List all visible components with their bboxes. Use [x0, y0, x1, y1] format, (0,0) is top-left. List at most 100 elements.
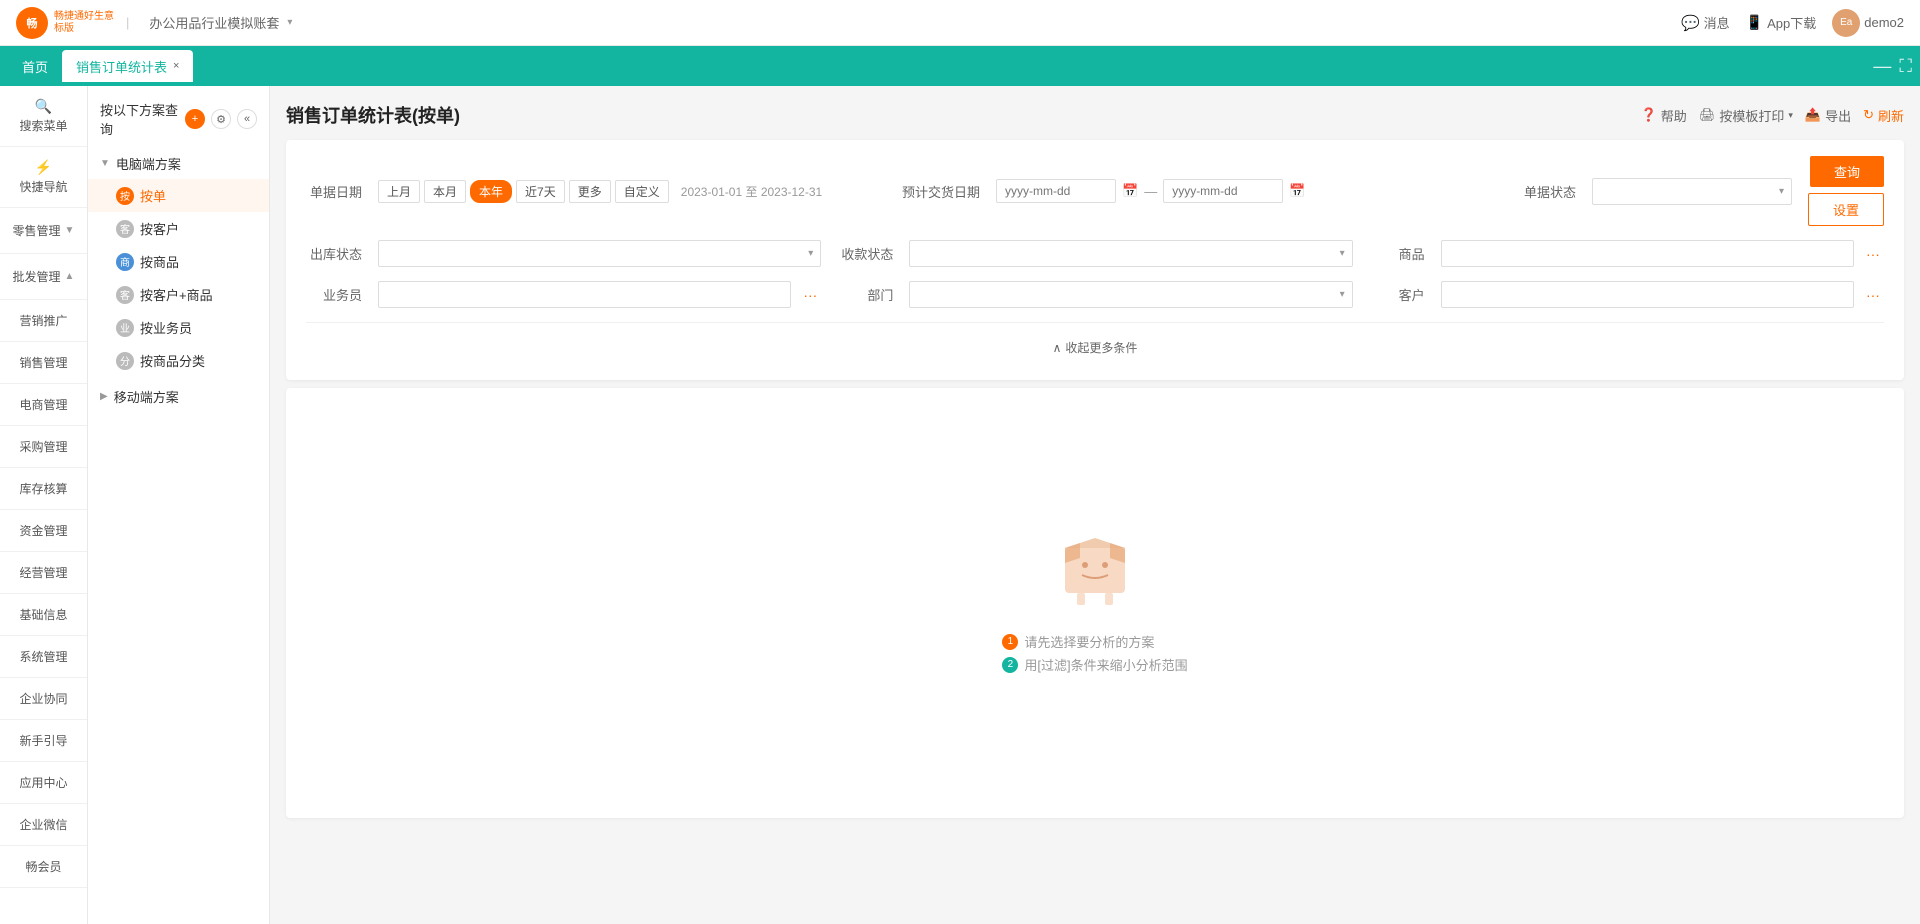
sidebar-item-finance[interactable]: 资金管理 — [0, 510, 87, 552]
message-button[interactable]: 💬 消息 — [1681, 13, 1730, 32]
sidebar-item-ecommerce[interactable]: 电商管理 — [0, 384, 87, 426]
pc-plan-group: ▼ 电脑端方案 按 按单 客 按客户 商 按商品 客 按客户+商品 业 按业务员 — [88, 148, 269, 377]
plan-item-by-salesperson[interactable]: 业 按业务员 — [88, 311, 269, 344]
calendar-icon-from[interactable]: 📅 — [1122, 183, 1138, 199]
retail-arrow-icon: ▼ — [65, 225, 75, 236]
last7-button[interactable]: 近7天 — [516, 180, 565, 203]
sidebar-item-purchase[interactable]: 采购管理 — [0, 426, 87, 468]
settings-plan-button[interactable]: ⚙ — [211, 109, 231, 129]
tab-minimize-icon[interactable]: — — [1873, 56, 1891, 77]
sidebar-item-guide[interactable]: 新手引导 — [0, 720, 87, 762]
collapse-bar[interactable]: ∧ 收起更多条件 — [306, 331, 1884, 364]
plan-item-by-customer-product[interactable]: 客 按客户+商品 — [88, 278, 269, 311]
plan-item-by-product[interactable]: 商 按商品 — [88, 245, 269, 278]
doc-status-label: 单据状态 — [1520, 182, 1576, 201]
sidebar-item-system[interactable]: 系统管理 — [0, 636, 87, 678]
tab-close-icon[interactable]: × — [173, 60, 179, 72]
sidebar-item-apps[interactable]: 应用中心 — [0, 762, 87, 804]
plan-icon-by-customer: 客 — [116, 220, 134, 238]
sidebar-item-retail[interactable]: 零售管理 ▼ — [0, 208, 87, 254]
sidebar-item-marketing[interactable]: 营销推广 — [0, 300, 87, 342]
delivery-status-select[interactable] — [378, 240, 821, 267]
doc-status-select[interactable] — [1592, 178, 1792, 205]
more-button[interactable]: 更多 — [569, 180, 611, 203]
sidebar-item-operation[interactable]: 经营管理 — [0, 552, 87, 594]
top-bar: 畅 畅捷通好生意 标版 | 办公用品行业模拟账套 ▾ 💬 消息 📱 App下载 … — [0, 0, 1920, 46]
export-button[interactable]: 📤 导出 — [1805, 106, 1851, 125]
avatar: Ea — [1832, 9, 1860, 37]
mobile-plan-group-header[interactable]: ▶ 移动端方案 — [88, 381, 269, 412]
refresh-button[interactable]: ↻ 刷新 — [1863, 106, 1904, 125]
tip-item-2: 2 用[过滤]条件来缩小分析范围 — [1002, 655, 1187, 674]
sidebar-item-quick-nav[interactable]: ⚡ 快捷导航 — [0, 147, 87, 208]
tab-bar-controls: — ⛶ — [1873, 56, 1912, 77]
pc-plan-group-header[interactable]: ▼ 电脑端方案 — [88, 148, 269, 179]
customer-input[interactable] — [1441, 281, 1854, 308]
plan-item-by-customer[interactable]: 客 按客户 — [88, 212, 269, 245]
app-download-button[interactable]: 📱 App下载 — [1746, 13, 1817, 32]
tip-num-2: 2 — [1002, 657, 1018, 673]
empty-illustration — [1035, 508, 1155, 608]
sidebar-item-basic[interactable]: 基础信息 — [0, 594, 87, 636]
salesperson-label: 业务员 — [306, 285, 362, 304]
page-actions: ❓ 帮助 🖨 按模板打印 ▾ 📤 导出 ↻ 刷新 — [1641, 106, 1904, 125]
plan-item-by-product-category[interactable]: 分 按商品分类 — [88, 344, 269, 377]
top-bar-left: 畅 畅捷通好生意 标版 | 办公用品行业模拟账套 ▾ — [16, 7, 292, 39]
quick-nav-icon: ⚡ — [35, 159, 52, 176]
department-select[interactable] — [909, 281, 1352, 308]
delivery-status-label: 出库状态 — [306, 244, 362, 263]
tab-home[interactable]: 首页 — [8, 50, 62, 82]
plan-icon-by-customer-product: 客 — [116, 286, 134, 304]
app-dropdown-arrow[interactable]: ▾ — [287, 17, 292, 28]
sidebar-item-search-menu[interactable]: 🔍 搜索菜单 — [0, 86, 87, 147]
refresh-icon: ↻ — [1863, 107, 1874, 123]
tip-num-1: 1 — [1002, 634, 1018, 650]
wholesale-arrow-icon: ▲ — [65, 271, 75, 282]
user-menu[interactable]: Ea demo2 — [1832, 9, 1904, 37]
tab-sales-order-stats[interactable]: 销售订单统计表 × — [62, 50, 193, 82]
salesperson-input[interactable] — [378, 281, 791, 308]
setup-button[interactable]: 设置 — [1808, 193, 1884, 226]
sidebar: 🔍 搜索菜单 ⚡ 快捷导航 零售管理 ▼ 批发管理 ▲ 营销推广 销售管理 电商… — [0, 86, 88, 924]
expected-date-from[interactable] — [996, 179, 1116, 203]
this-year-button[interactable]: 本年 — [470, 180, 512, 203]
product-input[interactable] — [1441, 240, 1854, 267]
custom-button[interactable]: 自定义 — [615, 180, 669, 203]
date-range-text: 2023-01-01 至 2023-12-31 — [681, 183, 822, 200]
help-button[interactable]: ❓ 帮助 — [1641, 106, 1687, 125]
sidebar-item-wechat[interactable]: 企业微信 — [0, 804, 87, 846]
payment-status-select[interactable] — [909, 240, 1352, 267]
tab-maximize-icon[interactable]: ⛶ — [1899, 56, 1912, 77]
filter-section: 单据日期 上月 本月 本年 近7天 更多 自定义 2023-01-01 至 20… — [286, 140, 1904, 380]
salesperson-dots-button[interactable]: ··· — [799, 287, 821, 303]
help-icon: ❓ — [1641, 107, 1657, 123]
customer-dots-button[interactable]: ··· — [1862, 287, 1884, 303]
logo-area[interactable]: 畅 畅捷通好生意 标版 — [16, 7, 114, 39]
query-button[interactable]: 查询 — [1810, 156, 1884, 187]
pc-group-arrow-icon: ▼ — [100, 158, 110, 169]
collapse-panel-button[interactable]: « — [237, 109, 257, 129]
sidebar-item-member[interactable]: 畅会员 — [0, 846, 87, 888]
left-panel: 按以下方案查询 + ⚙ « ▼ 电脑端方案 按 按单 客 按客户 商 按商 — [88, 86, 270, 924]
date-sep: — — [1144, 184, 1157, 199]
sidebar-item-wholesale[interactable]: 批发管理 ▲ — [0, 254, 87, 300]
plan-item-by-order[interactable]: 按 按单 — [88, 179, 269, 212]
top-bar-right: 💬 消息 📱 App下载 Ea demo2 — [1681, 9, 1904, 37]
salesperson-input-wrapper: ··· — [378, 281, 821, 308]
left-panel-header: 按以下方案查询 + ⚙ « — [88, 94, 269, 144]
sidebar-item-sales[interactable]: 销售管理 — [0, 342, 87, 384]
sidebar-item-inventory[interactable]: 库存核算 — [0, 468, 87, 510]
content-area: 销售订单统计表(按单) ❓ 帮助 🖨 按模板打印 ▾ 📤 导出 ↻ 刷新 — [270, 86, 1920, 924]
app-title: 办公用品行业模拟账套 — [149, 13, 279, 32]
payment-status-label: 收款状态 — [837, 244, 893, 263]
add-plan-button[interactable]: + — [185, 109, 205, 129]
filter-row-3: 业务员 ··· 部门 ▾ 客户 ··· — [306, 281, 1884, 308]
calendar-icon-to[interactable]: 📅 — [1289, 183, 1305, 199]
empty-state-svg — [1035, 508, 1155, 608]
expected-date-to[interactable] — [1163, 179, 1283, 203]
sidebar-item-enterprise[interactable]: 企业协同 — [0, 678, 87, 720]
this-month-button[interactable]: 本月 — [424, 180, 466, 203]
print-button[interactable]: 🖨 按模板打印 ▾ — [1699, 106, 1793, 125]
product-dots-button[interactable]: ··· — [1862, 246, 1884, 262]
last-month-button[interactable]: 上月 — [378, 180, 420, 203]
